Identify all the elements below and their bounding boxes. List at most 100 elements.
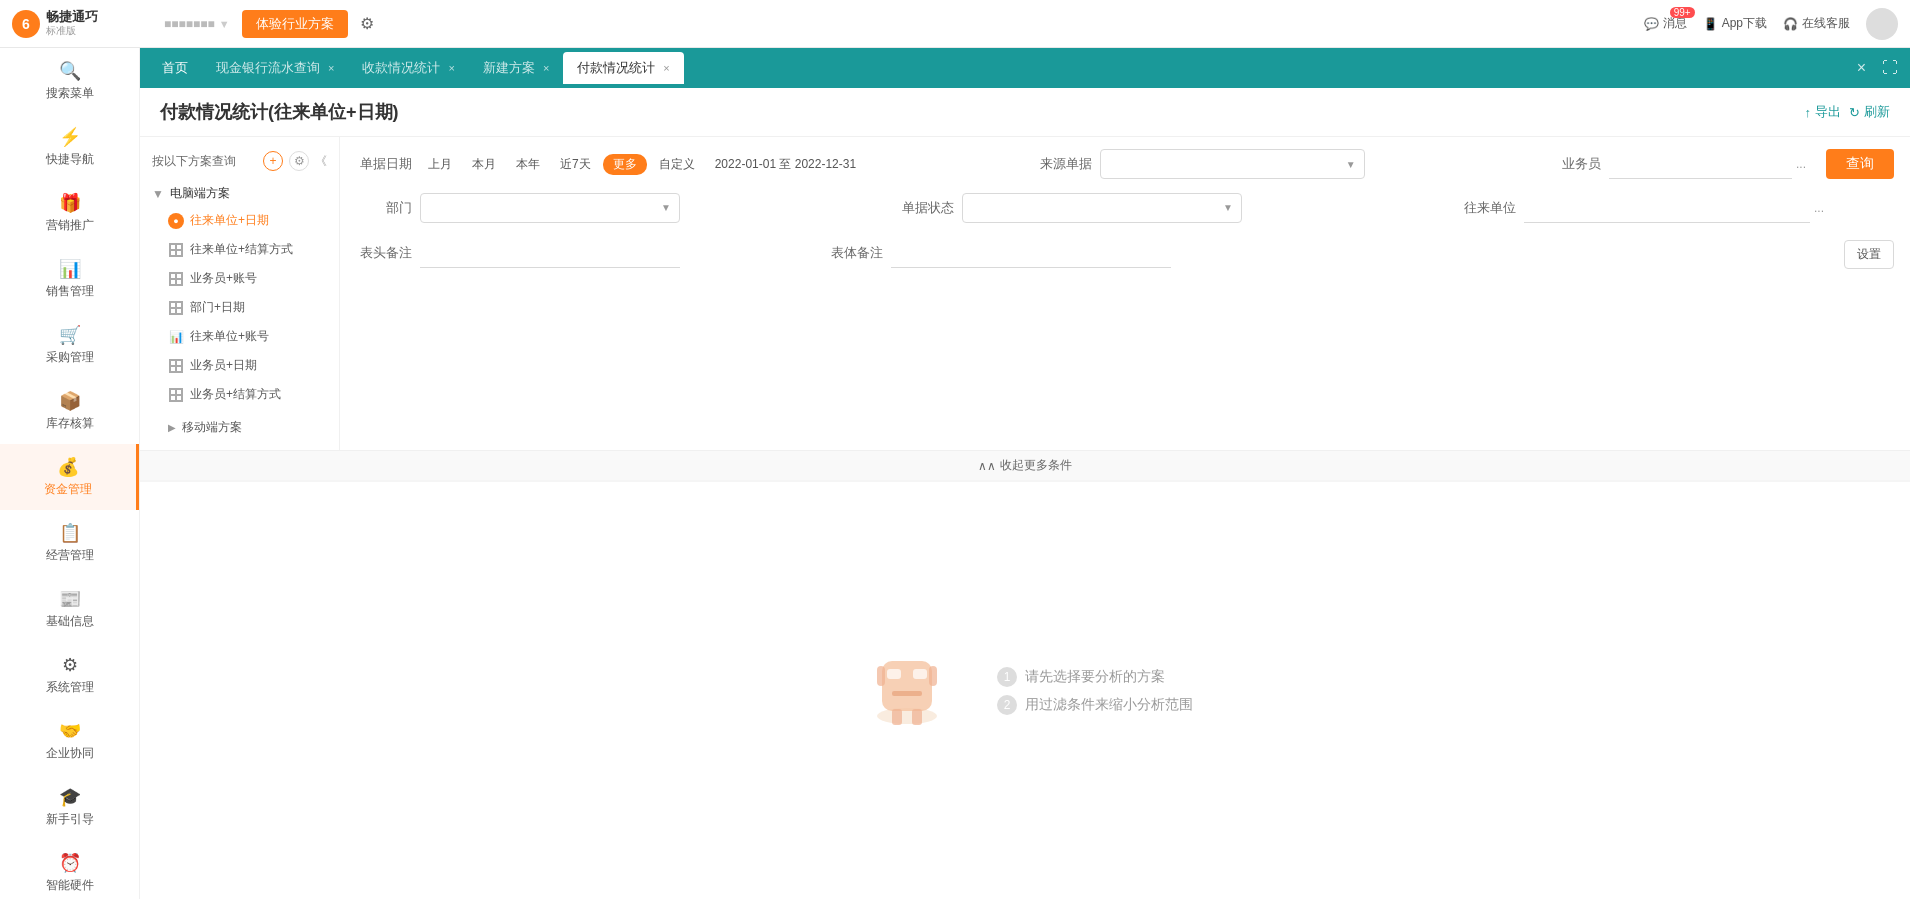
sidebar-label-collab: 企业协同	[46, 745, 94, 762]
setting-button[interactable]: 设置	[1844, 240, 1894, 269]
sidebar-item-collab[interactable]: 🤝 企业协同	[0, 708, 139, 774]
counterpart-dots[interactable]: ...	[1814, 201, 1824, 215]
sidebar-item-quicknav[interactable]: ⚡ 快捷导航	[0, 114, 139, 180]
breadcrumb-path: ■■■■■■■	[164, 17, 215, 31]
tabs-bar: 首页 现金银行流水查询 × 收款情况统计 × 新建方案 × 付款情况统计 ×	[140, 48, 1910, 88]
query-button[interactable]: 查询	[1826, 149, 1894, 179]
message-item[interactable]: 💬 消息 99+	[1644, 15, 1687, 32]
docstatus-select[interactable]: ▼	[962, 193, 1242, 223]
breadcrumb-arrow: ▼	[219, 18, 230, 30]
date-btn-last-month[interactable]: 上月	[420, 154, 460, 175]
date-btn-custom[interactable]: 自定义	[651, 154, 703, 175]
staff-input[interactable]	[1609, 149, 1792, 179]
user-avatar[interactable]	[1866, 8, 1898, 40]
sidebar-item-search[interactable]: 🔍 搜索菜单	[0, 48, 139, 114]
header-actions: ↑ 导出 ↻ 刷新	[1805, 103, 1891, 121]
date-range: 2022-01-01 至 2022-12-31	[715, 156, 856, 173]
sidebar-label-sales: 销售管理	[46, 283, 94, 300]
sales-icon: 📊	[59, 258, 81, 280]
scheme-item-0[interactable]: ● 往来单位+日期	[140, 206, 339, 235]
empty-hint-2: 2 用过滤条件来缩小分析范围	[997, 695, 1193, 715]
tab-payment[interactable]: 付款情况统计 ×	[563, 52, 683, 84]
maximize-btn[interactable]: ⛶	[1878, 55, 1902, 81]
close-all-btn[interactable]: ×	[1853, 55, 1870, 81]
date-btn-this-year[interactable]: 本年	[508, 154, 548, 175]
sidebar-label-marketing: 营销推广	[46, 217, 94, 234]
bodynote-input[interactable]	[891, 238, 1171, 268]
tab-home[interactable]: 首页	[148, 52, 202, 84]
app-download-item[interactable]: 📱 App下载	[1703, 15, 1767, 32]
scheme-item-4[interactable]: 📊 往来单位+账号	[140, 322, 339, 351]
sidebar-item-business[interactable]: 📋 经营管理	[0, 510, 139, 576]
scheme-group-mobile[interactable]: ▶ 移动端方案	[140, 415, 339, 440]
scheme-item-2[interactable]: 业务员+账号	[140, 264, 339, 293]
collapse-chevron: ∧∧	[978, 459, 996, 473]
settings-scheme-btn[interactable]: ⚙	[289, 151, 309, 171]
staff-dots[interactable]: ...	[1796, 157, 1806, 171]
sidebar-item-system[interactable]: ⚙ 系统管理	[0, 642, 139, 708]
scheme-sidebar: 按以下方案查询 + ⚙ 《 ▼ 电脑端方案	[140, 137, 340, 450]
sidebar-label-inventory: 库存核算	[46, 415, 94, 432]
sidebar-label-guide: 新手引导	[46, 811, 94, 828]
refresh-button[interactable]: ↻ 刷新	[1849, 103, 1890, 121]
scheme-item-6[interactable]: 业务员+结算方式	[140, 380, 339, 409]
sidebar-item-hardware[interactable]: ⏰ 智能硬件	[0, 840, 139, 899]
sidebar-item-guide[interactable]: 🎓 新手引导	[0, 774, 139, 840]
scheme-header: 按以下方案查询 + ⚙ 《	[140, 147, 339, 175]
tab-cashflow-close[interactable]: ×	[328, 62, 334, 74]
date-btn-7days[interactable]: 近7天	[552, 154, 599, 175]
inventory-icon: 📦	[59, 390, 81, 412]
scheme-item-label-0: 往来单位+日期	[190, 212, 269, 229]
export-label: 导出	[1815, 103, 1841, 121]
scheme-item-label-4: 往来单位+账号	[190, 328, 269, 345]
scheme-item-1[interactable]: 往来单位+结算方式	[140, 235, 339, 264]
content-header: 付款情况统计(往来单位+日期) ↑ 导出 ↻ 刷新	[140, 88, 1910, 137]
svg-rect-1	[882, 661, 932, 711]
scheme-item-icon-6	[168, 387, 184, 403]
headernote-label: 表头备注	[356, 244, 412, 262]
online-service-item[interactable]: 🎧 在线客服	[1783, 15, 1850, 32]
counterpart-input[interactable]	[1524, 193, 1810, 223]
scheme-item-label-1: 往来单位+结算方式	[190, 241, 293, 258]
system-icon: ⚙	[62, 654, 78, 676]
sidebar-item-marketing[interactable]: 🎁 营销推广	[0, 180, 139, 246]
collapse-more-btn[interactable]: ∧∧ 收起更多条件	[140, 450, 1910, 480]
tab-newscheme-close[interactable]: ×	[543, 62, 549, 74]
tab-receipt-close[interactable]: ×	[448, 62, 454, 74]
export-button[interactable]: ↑ 导出	[1805, 103, 1842, 121]
settings-icon[interactable]: ⚙	[360, 14, 374, 33]
tab-payment-close[interactable]: ×	[663, 62, 669, 74]
dept-select[interactable]: ▼	[420, 193, 680, 223]
source-select[interactable]: ▼	[1100, 149, 1364, 179]
date-btn-more[interactable]: 更多	[603, 154, 647, 175]
docstatus-label: 单据状态	[898, 199, 954, 217]
scheme-item-3[interactable]: 部门+日期	[140, 293, 339, 322]
scheme-group-title-desktop[interactable]: ▼ 电脑端方案	[140, 181, 339, 206]
sidebar-item-finance[interactable]: 💰 资金管理	[0, 444, 139, 510]
headernote-input[interactable]	[420, 238, 680, 268]
add-scheme-btn[interactable]: +	[263, 151, 283, 171]
sidebar-item-purchase[interactable]: 🛒 采购管理	[0, 312, 139, 378]
trial-button[interactable]: 体验行业方案	[242, 10, 348, 38]
tab-cashflow-label: 现金银行流水查询	[216, 59, 320, 77]
robot-wrapper	[857, 631, 957, 731]
sidebar-item-basic[interactable]: 📰 基础信息	[0, 576, 139, 642]
tab-newscheme[interactable]: 新建方案 ×	[469, 52, 563, 84]
filter-row-1: 单据日期 上月 本月 本年 近7天 更多 自定义 2022-01-01 至 20…	[356, 149, 1894, 179]
scheme-item-label-5: 业务员+日期	[190, 357, 257, 374]
tab-receipt[interactable]: 收款情况统计 ×	[348, 52, 468, 84]
scheme-collapse-btn[interactable]: 《	[315, 153, 327, 170]
scheme-item-5[interactable]: 业务员+日期	[140, 351, 339, 380]
tab-receipt-label: 收款情况统计	[362, 59, 440, 77]
hardware-icon: ⏰	[59, 852, 81, 874]
docstatus-arrow: ▼	[1223, 202, 1233, 213]
tab-payment-label: 付款情况统计	[577, 59, 655, 77]
date-btn-this-month[interactable]: 本月	[464, 154, 504, 175]
sidebar-label-purchase: 采购管理	[46, 349, 94, 366]
sidebar-item-inventory[interactable]: 📦 库存核算	[0, 378, 139, 444]
tab-cashflow[interactable]: 现金银行流水查询 ×	[202, 52, 348, 84]
empty-hint-1: 1 请先选择要分析的方案	[997, 667, 1193, 687]
sidebar-item-sales[interactable]: 📊 销售管理	[0, 246, 139, 312]
empty-hints: 1 请先选择要分析的方案 2 用过滤条件来缩小分析范围	[997, 667, 1193, 715]
filter-row-2: 部门 ▼ 单据状态 ▼ 往来单位	[356, 191, 1894, 224]
